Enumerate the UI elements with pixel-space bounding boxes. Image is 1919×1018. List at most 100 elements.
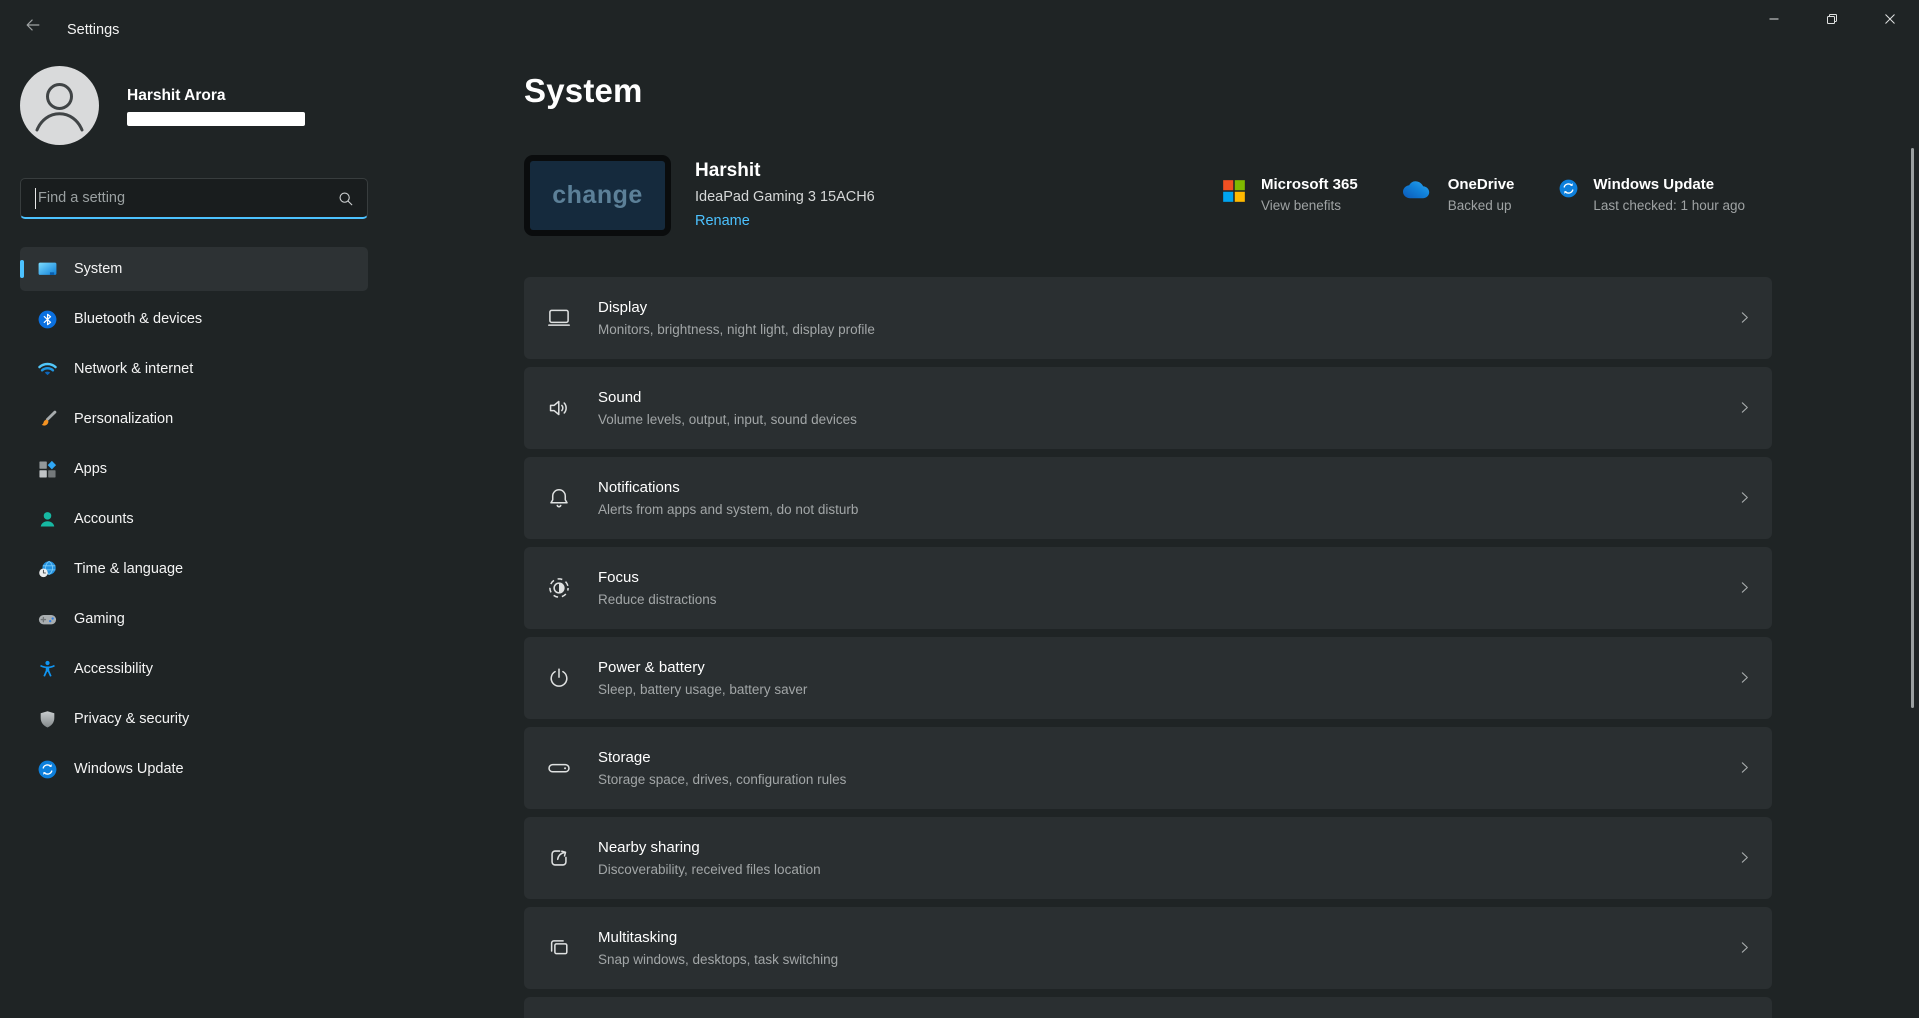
sidebar-item-network-internet[interactable]: Network & internet [20,347,368,391]
sidebar-item-time-language[interactable]: Time & language [20,547,368,591]
settings-row-focus[interactable]: Focus Reduce distractions [524,547,1772,629]
chevron-right-icon [1737,850,1752,865]
system-icon [36,258,58,280]
status-tiles: Microsoft 365 View benefits OneDrive Backed… [1221,176,1745,213]
tile-title: Microsoft 365 [1261,176,1358,193]
text-caret [35,188,36,209]
search-input[interactable] [21,179,367,217]
display-icon [546,305,572,331]
device-info: Harshit IdeaPad Gaming 3 15ACH6 Rename [695,160,875,230]
close-button[interactable] [1861,0,1919,40]
gaming-icon [36,608,58,630]
sidebar-item-label: System [74,261,122,277]
chevron-right-icon [1737,760,1752,775]
scrollbar-thumb[interactable] [1911,148,1914,708]
page-title: System [524,72,643,110]
window-controls [1745,0,1919,40]
privacy-security-icon [36,708,58,730]
row-title: Sound [598,389,857,406]
sidebar-item-label: Network & internet [74,361,193,377]
chevron-right-icon [1737,670,1752,685]
settings-window: Settings Harshit Arora System Bluetooth &… [0,0,1919,1018]
sidebar-item-label: Bluetooth & devices [74,311,202,327]
sidebar-item-bluetooth-devices[interactable]: Bluetooth & devices [20,297,368,341]
time-language-icon [36,558,58,580]
device-model: IdeaPad Gaming 3 15ACH6 [695,189,875,205]
settings-row-display[interactable]: DisplayMonitors, brightness, night light… [524,277,1772,359]
rename-link[interactable]: Rename [695,213,750,229]
device-thumbnail-image: change [530,161,665,230]
sidebar-item-label: Accessibility [74,661,153,677]
chevron-right-icon [1737,310,1752,325]
row-subtitle: Volume levels, output, input, sound devi… [598,412,857,427]
sidebar-item-windows-update[interactable]: Windows Update [20,747,368,791]
tile-subtitle: Backed up [1448,198,1515,213]
network-icon [36,358,58,380]
status-tile-windows-update[interactable]: Windows Update Last checked: 1 hour ago [1558,176,1745,213]
tile-title: OneDrive [1448,176,1515,193]
storage-icon [546,755,572,781]
settings-row-storage[interactable]: Storage Storage space, drives, configurat… [524,727,1772,809]
device-thumbnail-label: change [552,181,643,210]
sidebar-item-accessibility[interactable]: Accessibility [20,647,368,691]
back-arrow-icon [24,16,42,39]
sound-icon [546,395,572,421]
device-name: Harshit [695,160,875,182]
minimize-icon [1768,13,1780,28]
sidebar-item-label: Privacy & security [74,711,189,727]
window-title: Settings [67,22,119,38]
selected-indicator [20,260,24,278]
settings-row-sound[interactable]: Sound Volume levels, output, input, sound… [524,367,1772,449]
settings-row-power-battery[interactable]: Power & batterySleep, battery usage, bat… [524,637,1772,719]
chevron-right-icon [1737,490,1752,505]
sidebar-item-privacy-security[interactable]: Privacy & security [20,697,368,741]
user-name: Harshit Arora [127,87,305,105]
status-tile-onedrive[interactable]: OneDrive Backed up [1402,176,1515,213]
sidebar-item-system[interactable]: System [20,247,368,291]
tile-title: Windows Update [1593,176,1745,193]
multitasking-icon [546,935,572,961]
settings-row-partial[interactable] [524,997,1772,1018]
microsoft-icon [1221,178,1247,204]
close-icon [1884,13,1896,28]
sidebar-item-apps[interactable]: Apps [20,447,368,491]
settings-row-notifications[interactable]: NotificationsAlerts from apps and system… [524,457,1772,539]
user-profile[interactable]: Harshit Arora [20,66,305,150]
tile-subtitle: View benefits [1261,198,1358,213]
row-subtitle: Snap windows, desktops, task switching [598,952,838,967]
sidebar-nav: System Bluetooth & devices Network & inter… [20,247,368,797]
chevron-right-icon [1737,940,1752,955]
windows-update-icon [1558,178,1579,199]
settings-row-nearby-sharing[interactable]: Nearby sharing Discoverability, received … [524,817,1772,899]
chevron-right-icon [1737,400,1752,415]
accounts-icon [36,508,58,530]
sidebar-item-gaming[interactable]: Gaming [20,597,368,641]
row-subtitle: Reduce distractions [598,592,717,607]
restore-button[interactable] [1803,0,1861,40]
sidebar-item-personalization[interactable]: Personalization [20,397,368,441]
tile-subtitle: Last checked: 1 hour ago [1593,198,1745,213]
row-title: Focus [598,569,717,586]
apps-icon [36,458,58,480]
restore-icon [1826,13,1838,28]
onedrive-icon [1402,178,1434,200]
redacted-email [127,112,305,126]
back-button[interactable] [18,14,48,40]
row-title: Storage [598,749,846,766]
device-thumbnail: change [524,155,671,236]
avatar [20,66,99,150]
status-tile-microsoft-365[interactable]: Microsoft 365 View benefits [1221,176,1358,213]
row-subtitle: Storage space, drives, configuration rul… [598,772,846,787]
row-title: Nearby sharing [598,839,821,856]
personalization-icon [36,408,58,430]
minimize-button[interactable] [1745,0,1803,40]
row-title: Notifications [598,479,858,496]
sidebar-item-label: Personalization [74,411,173,427]
sidebar-item-label: Time & language [74,561,183,577]
row-subtitle: Discoverability, received files location [598,862,821,877]
settings-rows: DisplayMonitors, brightness, night light… [524,277,1772,1018]
sidebar-item-accounts[interactable]: Accounts [20,497,368,541]
notifications-icon [546,485,572,511]
settings-row-multitasking[interactable]: MultitaskingSnap windows, desktops, task… [524,907,1772,989]
row-subtitle: Monitors, brightness, night light, displ… [598,322,875,337]
